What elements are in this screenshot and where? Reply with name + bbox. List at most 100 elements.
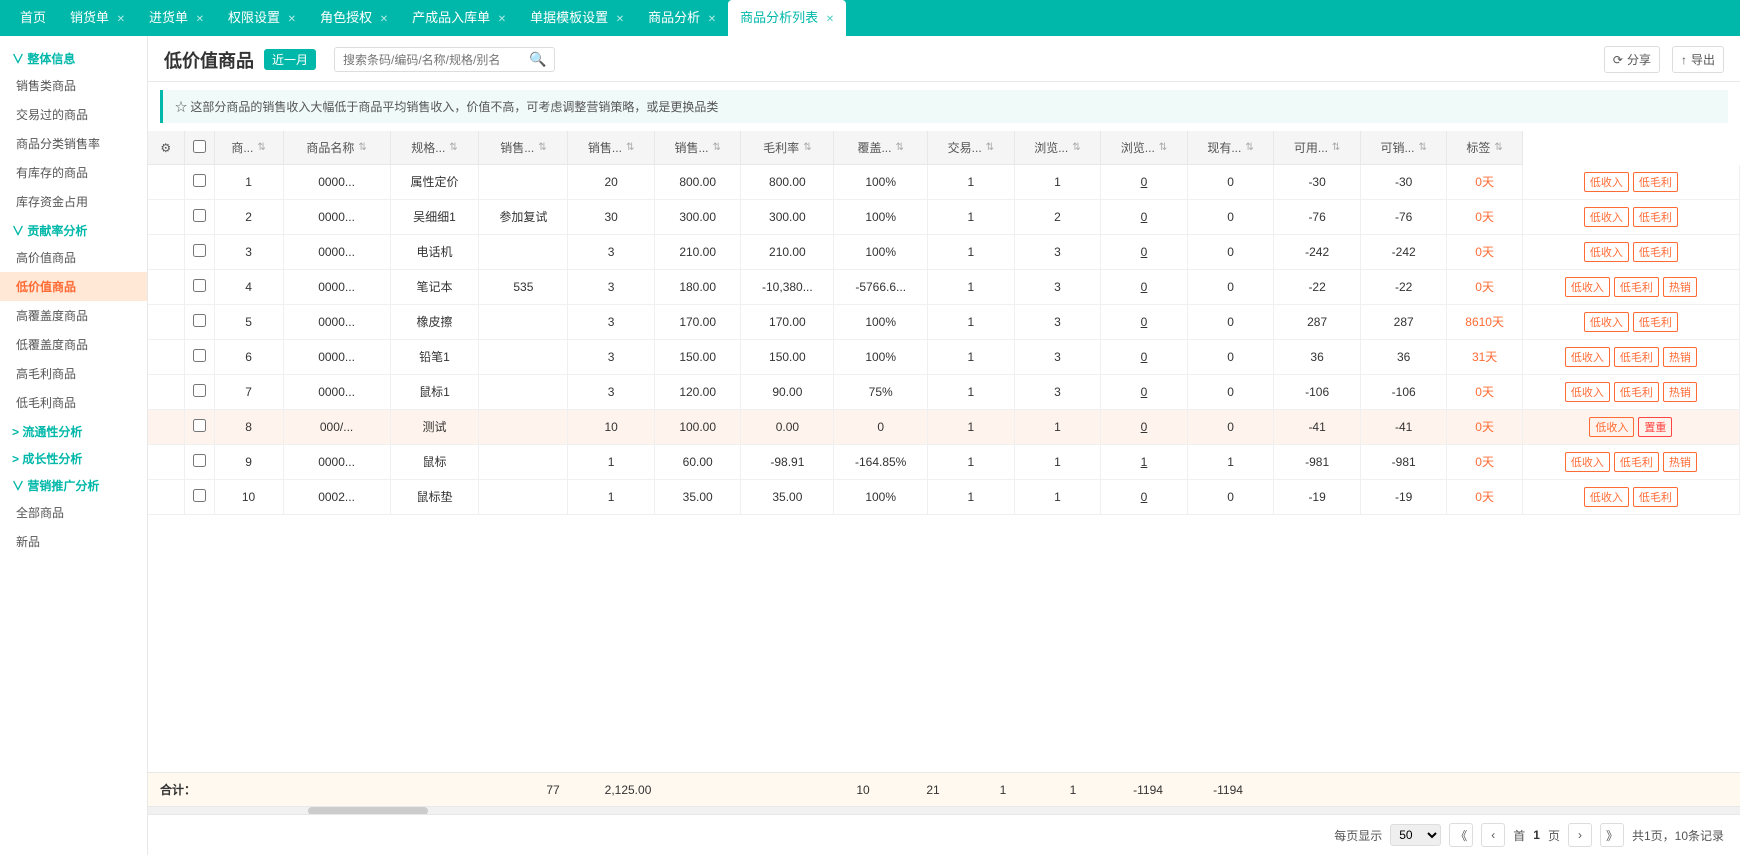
sidebar-section-circulation[interactable]: > 流通性分析: [0, 417, 147, 444]
nav-templates[interactable]: 单据模板设置 ✕: [518, 0, 636, 36]
search-input[interactable]: [343, 53, 523, 67]
row-checkbox[interactable]: [193, 489, 206, 502]
cell-check[interactable]: [184, 409, 214, 444]
view1-link[interactable]: 1: [1141, 455, 1148, 469]
th-check[interactable]: [184, 131, 214, 165]
view1-link[interactable]: 0: [1141, 315, 1148, 329]
sidebar-item-high-value[interactable]: 高价值商品: [0, 243, 147, 272]
table-container[interactable]: ⚙ 商...⇅ 商品名称⇅ 规格...⇅ 销售...⇅ 销售...⇅ 销售...…: [148, 131, 1740, 772]
th-tags: 标签⇅: [1447, 131, 1522, 165]
view1-link[interactable]: 0: [1141, 245, 1148, 259]
sidebar-item-new-products[interactable]: 新品: [0, 527, 147, 556]
nav-close-templates[interactable]: ✕: [616, 14, 624, 25]
view1-link[interactable]: 0: [1141, 280, 1148, 294]
sidebar-item-high-margin[interactable]: 高毛利商品: [0, 359, 147, 388]
nav-analysis-list[interactable]: 商品分析列表 ✕: [728, 0, 846, 36]
cell-no: 2: [214, 199, 283, 234]
nav-roles[interactable]: 角色授权 ✕: [308, 0, 400, 36]
last-page-btn[interactable]: 》: [1600, 823, 1624, 847]
sidebar-item-high-coverage[interactable]: 高覆盖度商品: [0, 301, 147, 330]
cell-view1[interactable]: 0: [1101, 409, 1188, 444]
per-page-select[interactable]: 50 100 200: [1390, 824, 1441, 846]
cell-view1[interactable]: 1: [1101, 444, 1188, 479]
settings-icon[interactable]: ⚙: [160, 141, 171, 155]
sidebar-item-all-products[interactable]: 全部商品: [0, 498, 147, 527]
nav-close-analysis-list[interactable]: ✕: [826, 14, 834, 25]
next-page-btn[interactable]: ›: [1568, 823, 1592, 847]
sidebar-item-stock-value[interactable]: 库存资金占用: [0, 187, 147, 216]
cell-view1[interactable]: 0: [1101, 269, 1188, 304]
nav-close-purchase[interactable]: ✕: [196, 14, 204, 25]
cell-name: 电话机: [390, 234, 479, 269]
sidebar-item-low-value[interactable]: 低价值商品: [0, 272, 147, 301]
row-checkbox[interactable]: [193, 349, 206, 362]
nav-purchase[interactable]: 进货单 ✕: [137, 0, 216, 36]
nav-close-analysis[interactable]: ✕: [708, 14, 716, 25]
filter-button[interactable]: 近一月: [264, 49, 316, 70]
row-checkbox[interactable]: [193, 174, 206, 187]
row-checkbox[interactable]: [193, 279, 206, 292]
th-settings[interactable]: ⚙: [148, 131, 184, 165]
cell-tags: 低收入置重: [1522, 409, 1739, 444]
cell-check[interactable]: [184, 304, 214, 339]
cell-view1[interactable]: 0: [1101, 339, 1188, 374]
row-checkbox[interactable]: [193, 314, 206, 327]
nav-home[interactable]: 首页: [8, 0, 58, 36]
cell-check[interactable]: [184, 199, 214, 234]
row-checkbox[interactable]: [193, 419, 206, 432]
cell-view1[interactable]: 0: [1101, 374, 1188, 409]
view1-link[interactable]: 0: [1141, 385, 1148, 399]
view1-link[interactable]: 0: [1141, 210, 1148, 224]
cell-check[interactable]: [184, 269, 214, 304]
export-button[interactable]: ↑ 导出: [1672, 46, 1724, 73]
cell-view1[interactable]: 0: [1101, 304, 1188, 339]
sidebar-item-stock-products[interactable]: 有库存的商品: [0, 158, 147, 187]
row-checkbox[interactable]: [193, 209, 206, 222]
sidebar-item-category-sales[interactable]: 商品分类销售率: [0, 129, 147, 158]
cell-trade: 3: [1014, 374, 1101, 409]
sidebar-item-traded[interactable]: 交易过的商品: [0, 100, 147, 129]
sidebar-section-contribution[interactable]: ∨ 贡献率分析: [0, 216, 147, 243]
sidebar-section-growth[interactable]: > 成长性分析: [0, 444, 147, 471]
sidebar-item-low-margin[interactable]: 低毛利商品: [0, 388, 147, 417]
nav-sales[interactable]: 销货单 ✕: [58, 0, 137, 36]
cell-view1[interactable]: 0: [1101, 479, 1188, 514]
view1-link[interactable]: 0: [1141, 175, 1148, 189]
check-all[interactable]: [193, 140, 206, 153]
cell-spec: [479, 165, 568, 200]
share-button[interactable]: ⟳ 分享: [1604, 46, 1660, 73]
cell-spec: 参加复试: [479, 199, 568, 234]
cell-available: 36: [1360, 339, 1447, 374]
cell-view1[interactable]: 0: [1101, 165, 1188, 200]
view1-link[interactable]: 0: [1141, 490, 1148, 504]
nav-close-sales[interactable]: ✕: [117, 14, 125, 25]
cell-code: 0000...: [283, 165, 390, 200]
row-checkbox[interactable]: [193, 454, 206, 467]
row-checkbox[interactable]: [193, 244, 206, 257]
cell-check[interactable]: [184, 339, 214, 374]
cell-view2: 1: [1187, 444, 1274, 479]
cell-check[interactable]: [184, 234, 214, 269]
prev-page-btn[interactable]: ‹: [1481, 823, 1505, 847]
nav-production[interactable]: 产成品入库单 ✕: [400, 0, 518, 36]
row-checkbox[interactable]: [193, 384, 206, 397]
view1-link[interactable]: 0: [1141, 350, 1148, 364]
cell-check[interactable]: [184, 165, 214, 200]
sidebar-section-overall[interactable]: ∨ 整体信息: [0, 44, 147, 71]
cell-view1[interactable]: 0: [1101, 199, 1188, 234]
nav-close-roles[interactable]: ✕: [380, 14, 388, 25]
sidebar-item-sales-products[interactable]: 销售类商品: [0, 71, 147, 100]
cell-view1[interactable]: 0: [1101, 234, 1188, 269]
cell-name: 鼠标垫: [390, 479, 479, 514]
view1-link[interactable]: 0: [1141, 420, 1148, 434]
nav-close-permissions[interactable]: ✕: [288, 14, 296, 25]
sidebar-item-low-coverage[interactable]: 低覆盖度商品: [0, 330, 147, 359]
sidebar-section-marketing[interactable]: ∨ 营销推广分析: [0, 471, 147, 498]
first-page-btn[interactable]: 《: [1449, 823, 1473, 847]
nav-permissions[interactable]: 权限设置 ✕: [216, 0, 308, 36]
cell-check[interactable]: [184, 444, 214, 479]
nav-analysis[interactable]: 商品分析 ✕: [636, 0, 728, 36]
cell-check[interactable]: [184, 479, 214, 514]
nav-close-production[interactable]: ✕: [498, 14, 506, 25]
cell-check[interactable]: [184, 374, 214, 409]
